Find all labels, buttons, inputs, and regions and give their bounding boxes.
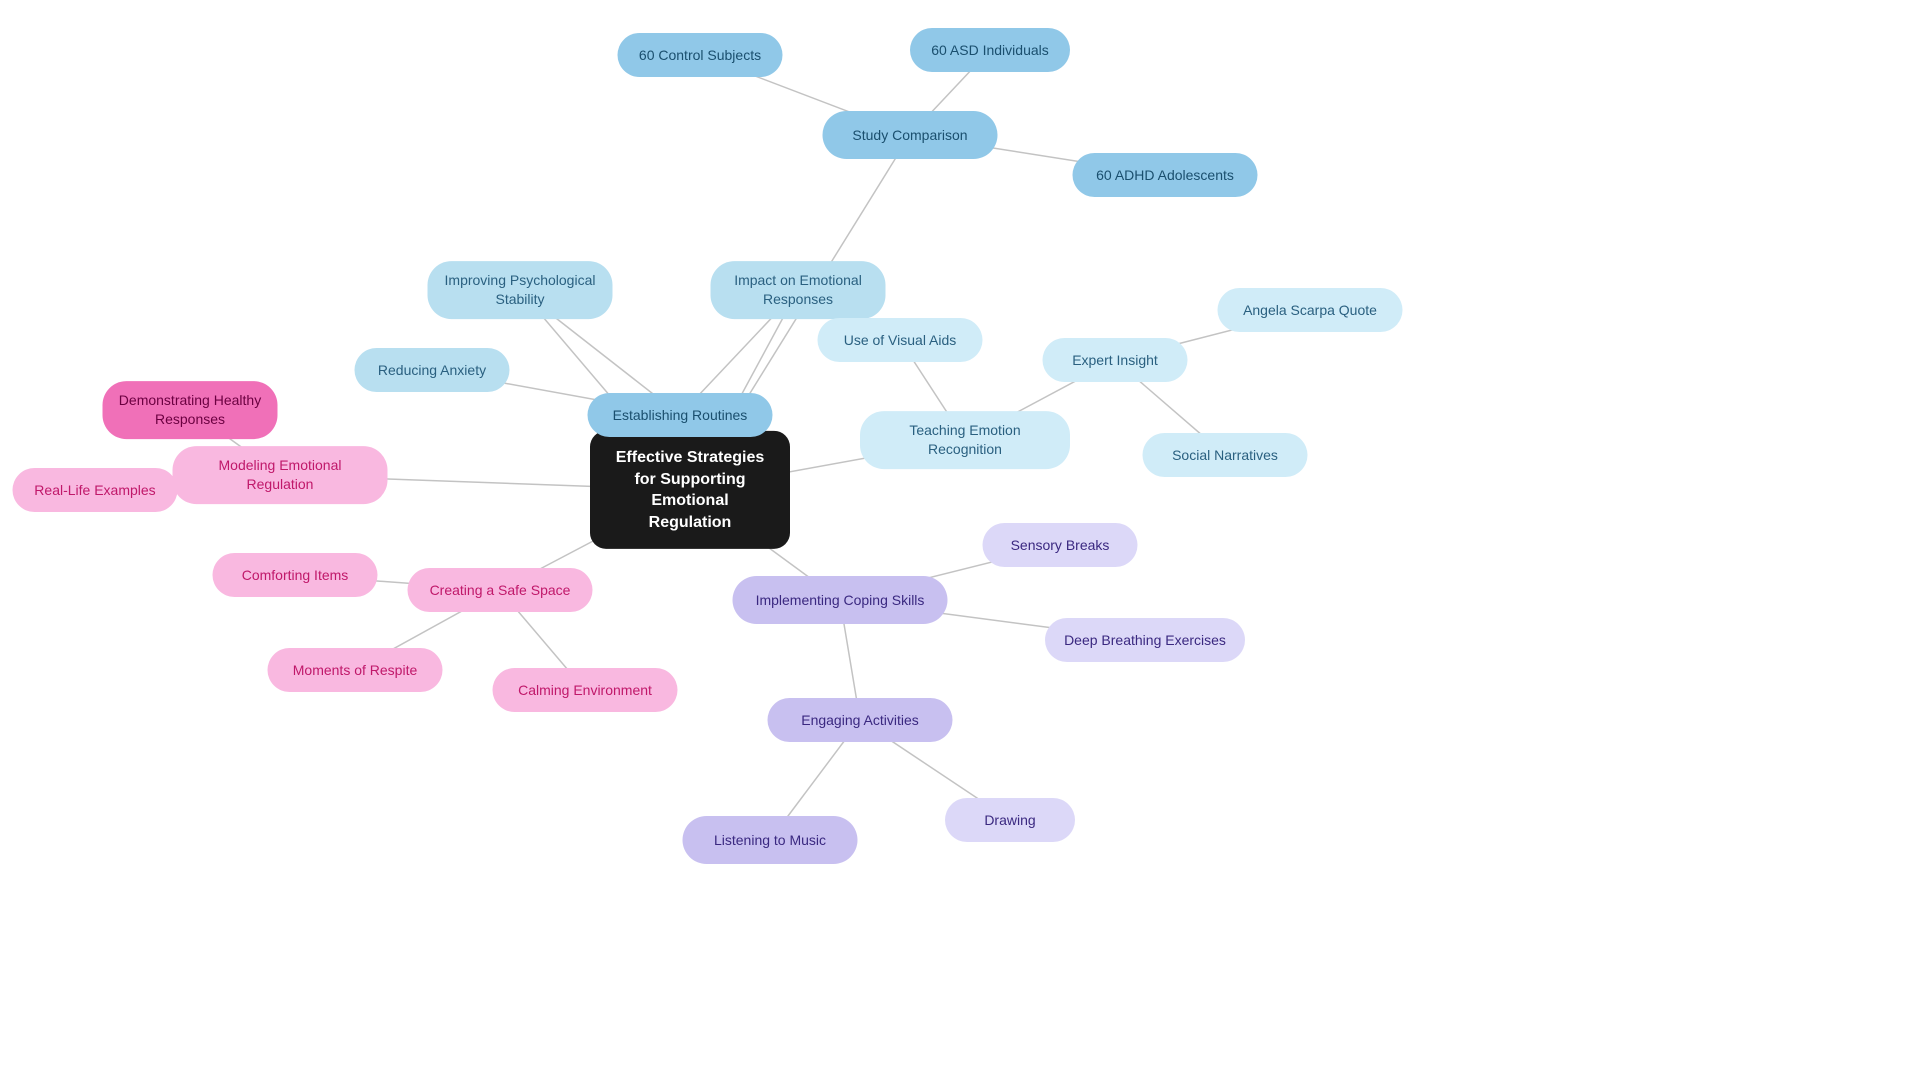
node-label-controlSubjects: 60 Control Subjects: [639, 46, 761, 65]
node-label-creatingSpace: Creating a Safe Space: [430, 581, 571, 600]
node-reducingAnxiety[interactable]: Reducing Anxiety: [355, 348, 510, 392]
node-teachingEmotion[interactable]: Teaching Emotion Recognition: [860, 411, 1070, 469]
node-label-useVisualAids: Use of Visual Aids: [844, 331, 957, 350]
node-realLifeExamples[interactable]: Real-Life Examples: [13, 468, 178, 512]
node-label-establishingRoutines: Establishing Routines: [613, 406, 748, 425]
node-label-drawing: Drawing: [984, 811, 1035, 830]
node-label-engagingActivities: Engaging Activities: [801, 711, 919, 730]
node-implementingCoping[interactable]: Implementing Coping Skills: [733, 576, 948, 624]
node-label-listeningMusic: Listening to Music: [714, 831, 826, 850]
node-label-asdIndividuals: 60 ASD Individuals: [931, 41, 1049, 60]
node-establishingRoutines[interactable]: Establishing Routines: [588, 393, 773, 437]
node-label-momentsRespite: Moments of Respite: [293, 661, 418, 680]
node-label-improvingPsych: Improving Psychological Stability: [444, 271, 597, 309]
node-adhdAdolescents[interactable]: 60 ADHD Adolescents: [1073, 153, 1258, 197]
node-label-socialNarratives: Social Narratives: [1172, 446, 1278, 465]
node-label-comfortingItems: Comforting Items: [242, 566, 349, 585]
node-label-adhdAdolescents: 60 ADHD Adolescents: [1096, 166, 1234, 185]
connection-lines: [0, 0, 1920, 1083]
node-label-teachingEmotion: Teaching Emotion Recognition: [876, 421, 1054, 459]
node-label-demonstratingHealthy: Demonstrating Healthy Responses: [119, 391, 262, 429]
node-label-center: Effective Strategies for Supporting Emot…: [608, 447, 772, 533]
node-modelingEmotional[interactable]: Modeling Emotional Regulation: [173, 446, 388, 504]
node-deepBreathing[interactable]: Deep Breathing Exercises: [1045, 618, 1245, 662]
node-label-angelaScarpa: Angela Scarpa Quote: [1243, 301, 1377, 320]
node-drawing[interactable]: Drawing: [945, 798, 1075, 842]
node-momentsRespite[interactable]: Moments of Respite: [268, 648, 443, 692]
node-label-realLifeExamples: Real-Life Examples: [34, 481, 155, 500]
node-demonstratingHealthy[interactable]: Demonstrating Healthy Responses: [103, 381, 278, 439]
node-label-deepBreathing: Deep Breathing Exercises: [1064, 631, 1226, 650]
node-center[interactable]: Effective Strategies for Supporting Emot…: [590, 431, 790, 549]
node-impactEmotional[interactable]: Impact on Emotional Responses: [711, 261, 886, 319]
node-studyComparison[interactable]: Study Comparison: [823, 111, 998, 159]
node-asdIndividuals[interactable]: 60 ASD Individuals: [910, 28, 1070, 72]
node-controlSubjects[interactable]: 60 Control Subjects: [618, 33, 783, 77]
node-label-modelingEmotional: Modeling Emotional Regulation: [189, 456, 372, 494]
node-creatingSpace[interactable]: Creating a Safe Space: [408, 568, 593, 612]
node-label-impactEmotional: Impact on Emotional Responses: [727, 271, 870, 309]
node-expertInsight[interactable]: Expert Insight: [1043, 338, 1188, 382]
node-label-calmingEnvironment: Calming Environment: [518, 681, 652, 700]
node-sensoryBreaks[interactable]: Sensory Breaks: [983, 523, 1138, 567]
node-label-implementingCoping: Implementing Coping Skills: [756, 591, 925, 610]
node-listeningMusic[interactable]: Listening to Music: [683, 816, 858, 864]
node-angelaScarpa[interactable]: Angela Scarpa Quote: [1218, 288, 1403, 332]
node-engagingActivities[interactable]: Engaging Activities: [768, 698, 953, 742]
node-label-expertInsight: Expert Insight: [1072, 351, 1158, 370]
node-label-studyComparison: Study Comparison: [852, 126, 967, 145]
node-improvingPsych[interactable]: Improving Psychological Stability: [428, 261, 613, 319]
mind-map: Effective Strategies for Supporting Emot…: [0, 0, 1920, 1083]
node-label-reducingAnxiety: Reducing Anxiety: [378, 361, 486, 380]
node-comfortingItems[interactable]: Comforting Items: [213, 553, 378, 597]
node-socialNarratives[interactable]: Social Narratives: [1143, 433, 1308, 477]
node-label-sensoryBreaks: Sensory Breaks: [1011, 536, 1110, 555]
node-calmingEnvironment[interactable]: Calming Environment: [493, 668, 678, 712]
node-useVisualAids[interactable]: Use of Visual Aids: [818, 318, 983, 362]
